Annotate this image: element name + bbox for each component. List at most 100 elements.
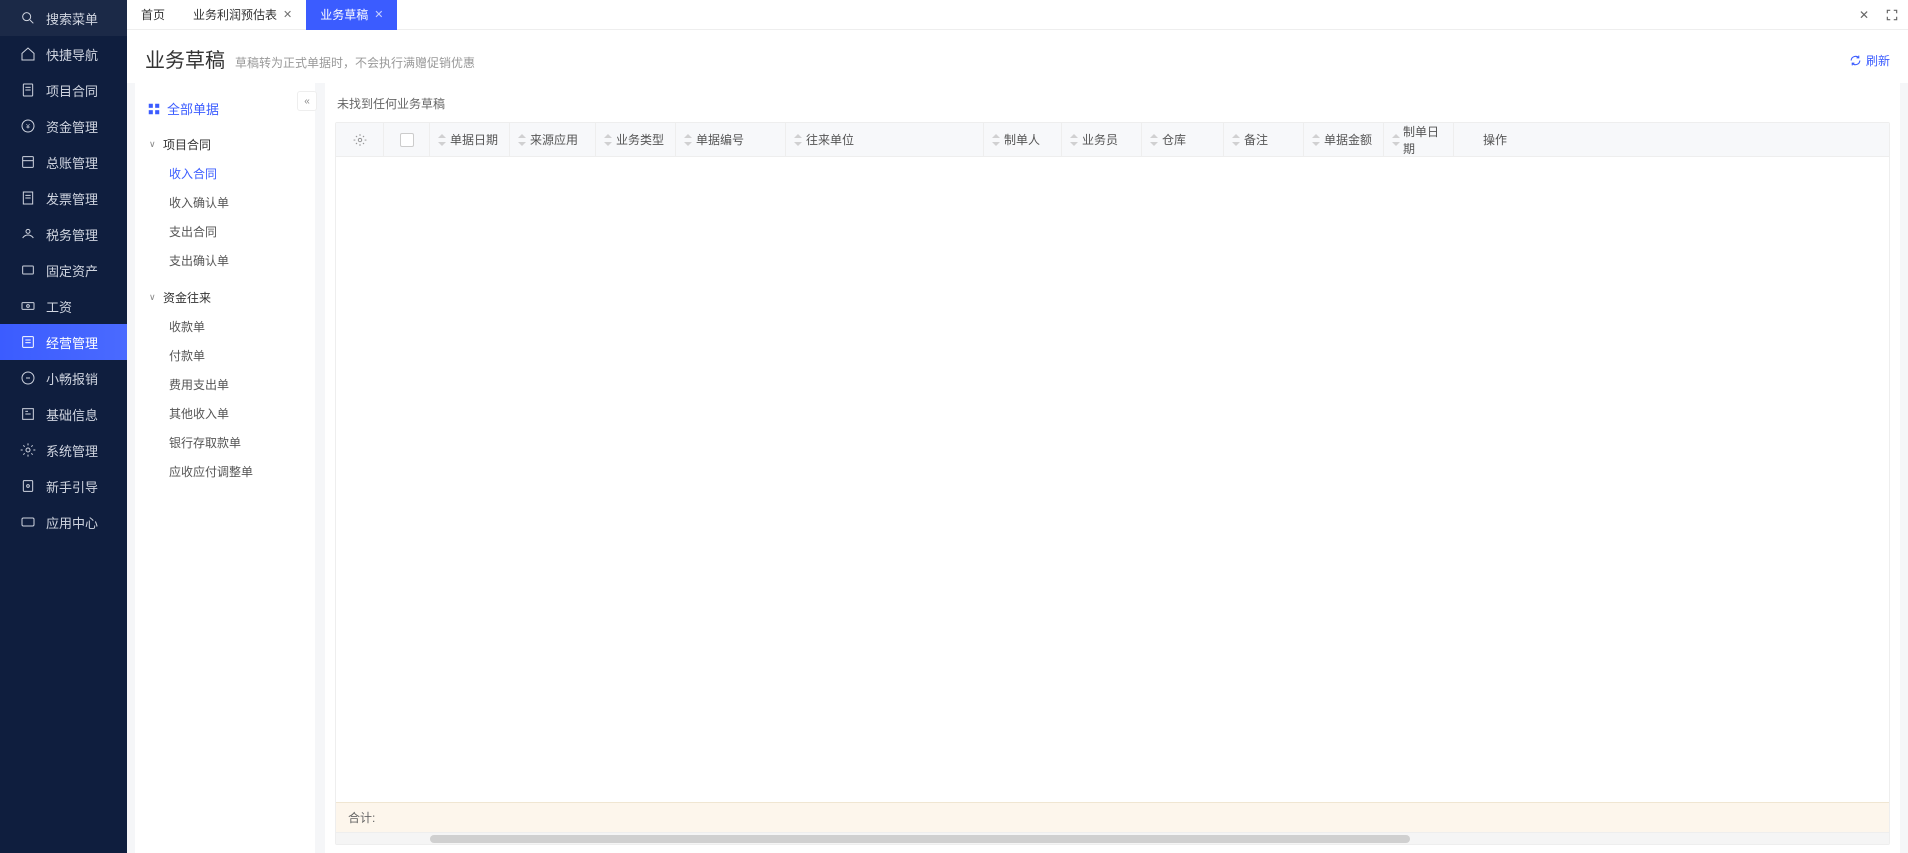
sidebar-item-system-mgmt[interactable]: 系统管理	[0, 432, 127, 468]
collapse-panel-button[interactable]: «	[297, 91, 317, 111]
table-body	[336, 157, 1889, 802]
sidebar-label: 基础信息	[46, 405, 98, 424]
category-item-expense-confirm[interactable]: 支出确认单	[135, 246, 315, 275]
category-item-expense-contract[interactable]: 支出合同	[135, 217, 315, 246]
refresh-icon	[1849, 54, 1862, 67]
sidebar-label: 小畅报销	[46, 369, 98, 388]
sort-icon	[992, 134, 1000, 146]
category-item-ar-ap-adjust[interactable]: 应收应付调整单	[135, 457, 315, 486]
sidebar-item-guide[interactable]: 新手引导	[0, 468, 127, 504]
scrollbar-thumb[interactable]	[430, 835, 1410, 843]
sidebar-label: 工资	[46, 297, 72, 316]
sidebar-label: 固定资产	[46, 261, 98, 280]
tab-profit-estimate[interactable]: 业务利润预估表 ✕	[179, 0, 306, 30]
category-all-docs[interactable]: 全部单据	[135, 91, 315, 126]
guide-icon	[20, 478, 36, 494]
horizontal-scrollbar[interactable]	[336, 832, 1889, 844]
column-header-maker[interactable]: 制单人	[984, 123, 1062, 156]
apps-icon	[20, 514, 36, 530]
money-icon: ¥	[20, 118, 36, 134]
category-item-payment[interactable]: 付款单	[135, 341, 315, 370]
sidebar-item-business-mgmt[interactable]: 经营管理	[0, 324, 127, 360]
category-item-bank-transfer[interactable]: 银行存取款单	[135, 428, 315, 457]
select-all-checkbox[interactable]	[400, 133, 414, 147]
ledger-icon	[20, 154, 36, 170]
column-header-ddate[interactable]: 制单日期	[1384, 123, 1454, 156]
column-header-btype[interactable]: 业务类型	[596, 123, 676, 156]
column-header-party[interactable]: 往来单位	[786, 123, 984, 156]
page-subtitle: 草稿转为正式单据时，不会执行满赠促销优惠	[235, 54, 475, 71]
select-all-column	[384, 123, 430, 156]
fullscreen-icon[interactable]	[1884, 7, 1900, 23]
chevron-down-icon: ∨	[149, 292, 159, 303]
tab-label: 业务草稿	[320, 6, 368, 23]
sidebar-item-expense[interactable]: 小畅报销	[0, 360, 127, 396]
info-icon	[20, 406, 36, 422]
sidebar-label: 税务管理	[46, 225, 98, 244]
gear-icon	[353, 133, 367, 147]
column-header-sales[interactable]: 业务员	[1062, 123, 1142, 156]
biz-icon	[20, 334, 36, 350]
sidebar-item-fixed-assets[interactable]: 固定资产	[0, 252, 127, 288]
refresh-button[interactable]: 刷新	[1849, 52, 1890, 69]
sort-icon	[1232, 134, 1240, 146]
sidebar-item-fund-mgmt[interactable]: ¥ 资金管理	[0, 108, 127, 144]
sidebar-label: 项目合同	[46, 81, 98, 100]
sidebar-label: 快捷导航	[46, 45, 98, 64]
column-header-note[interactable]: 备注	[1224, 123, 1304, 156]
category-item-other-income[interactable]: 其他收入单	[135, 399, 315, 428]
sort-icon	[794, 134, 802, 146]
sidebar-item-search-menu[interactable]: 搜索菜单	[0, 0, 127, 36]
column-header-amount[interactable]: 单据金额	[1304, 123, 1384, 156]
page-header: 业务草稿 草稿转为正式单据时，不会执行满赠促销优惠 刷新	[127, 30, 1908, 83]
tax-icon	[20, 226, 36, 242]
sidebar-label: 总账管理	[46, 153, 98, 172]
sidebar-item-salary[interactable]: 工资	[0, 288, 127, 324]
category-item-income-confirm[interactable]: 收入确认单	[135, 188, 315, 217]
sidebar-item-project-contract[interactable]: 项目合同	[0, 72, 127, 108]
sidebar-label: 系统管理	[46, 441, 98, 460]
sort-icon	[438, 134, 446, 146]
sidebar-item-quick-nav[interactable]: 快捷导航	[0, 36, 127, 72]
category-item-income-contract[interactable]: 收入合同	[135, 159, 315, 188]
asset-icon	[20, 262, 36, 278]
doc-icon	[20, 82, 36, 98]
category-panel: 全部单据 « ∨ 项目合同 收入合同 收入确认单 支出合同 支出确认单 ∨	[135, 83, 315, 853]
table-footer: 合计:	[336, 802, 1889, 832]
category-item-expense-doc[interactable]: 费用支出单	[135, 370, 315, 399]
sidebar-label: 应用中心	[46, 513, 98, 532]
category-group-project-contract[interactable]: ∨ 项目合同	[135, 130, 315, 159]
gear-icon	[20, 442, 36, 458]
column-settings-button[interactable]	[336, 123, 384, 156]
main-sidebar: 搜索菜单 快捷导航 项目合同 ¥ 资金管理 总账管理 发票管理 税务管理 固定资	[0, 0, 127, 853]
category-item-receipt[interactable]: 收款单	[135, 312, 315, 341]
column-header-warehouse[interactable]: 仓库	[1142, 123, 1224, 156]
svg-text:¥: ¥	[26, 124, 30, 131]
column-header-date[interactable]: 单据日期	[430, 123, 510, 156]
sidebar-label: 发票管理	[46, 189, 98, 208]
close-panel-icon[interactable]: ✕	[1856, 7, 1872, 23]
home-icon	[20, 46, 36, 62]
category-group-label: 资金往来	[163, 289, 211, 306]
sidebar-label: 新手引导	[46, 477, 98, 496]
sidebar-item-general-ledger[interactable]: 总账管理	[0, 144, 127, 180]
tab-home[interactable]: 首页	[127, 0, 179, 30]
salary-icon	[20, 298, 36, 314]
column-header-source[interactable]: 来源应用	[510, 123, 596, 156]
sort-icon	[604, 134, 612, 146]
tab-label: 首页	[141, 6, 165, 23]
close-icon[interactable]: ✕	[283, 8, 292, 21]
category-group-label: 项目合同	[163, 136, 211, 153]
sidebar-item-basic-info[interactable]: 基础信息	[0, 396, 127, 432]
column-header-docno[interactable]: 单据编号	[676, 123, 786, 156]
sidebar-item-invoice-mgmt[interactable]: 发票管理	[0, 180, 127, 216]
tab-business-draft[interactable]: 业务草稿 ✕	[306, 0, 397, 30]
sort-icon	[1312, 134, 1320, 146]
sidebar-item-app-center[interactable]: 应用中心	[0, 504, 127, 540]
category-group-fund-flow[interactable]: ∨ 资金往来	[135, 283, 315, 312]
close-icon[interactable]: ✕	[374, 8, 383, 21]
column-header-op: 操作	[1454, 123, 1536, 156]
footer-total-label: 合计:	[348, 809, 375, 826]
table-header-row: 单据日期 来源应用 业务类型 单据编号 往来单位 制单人 业务员 仓库 备注 单…	[336, 123, 1889, 157]
sidebar-item-tax-mgmt[interactable]: 税务管理	[0, 216, 127, 252]
